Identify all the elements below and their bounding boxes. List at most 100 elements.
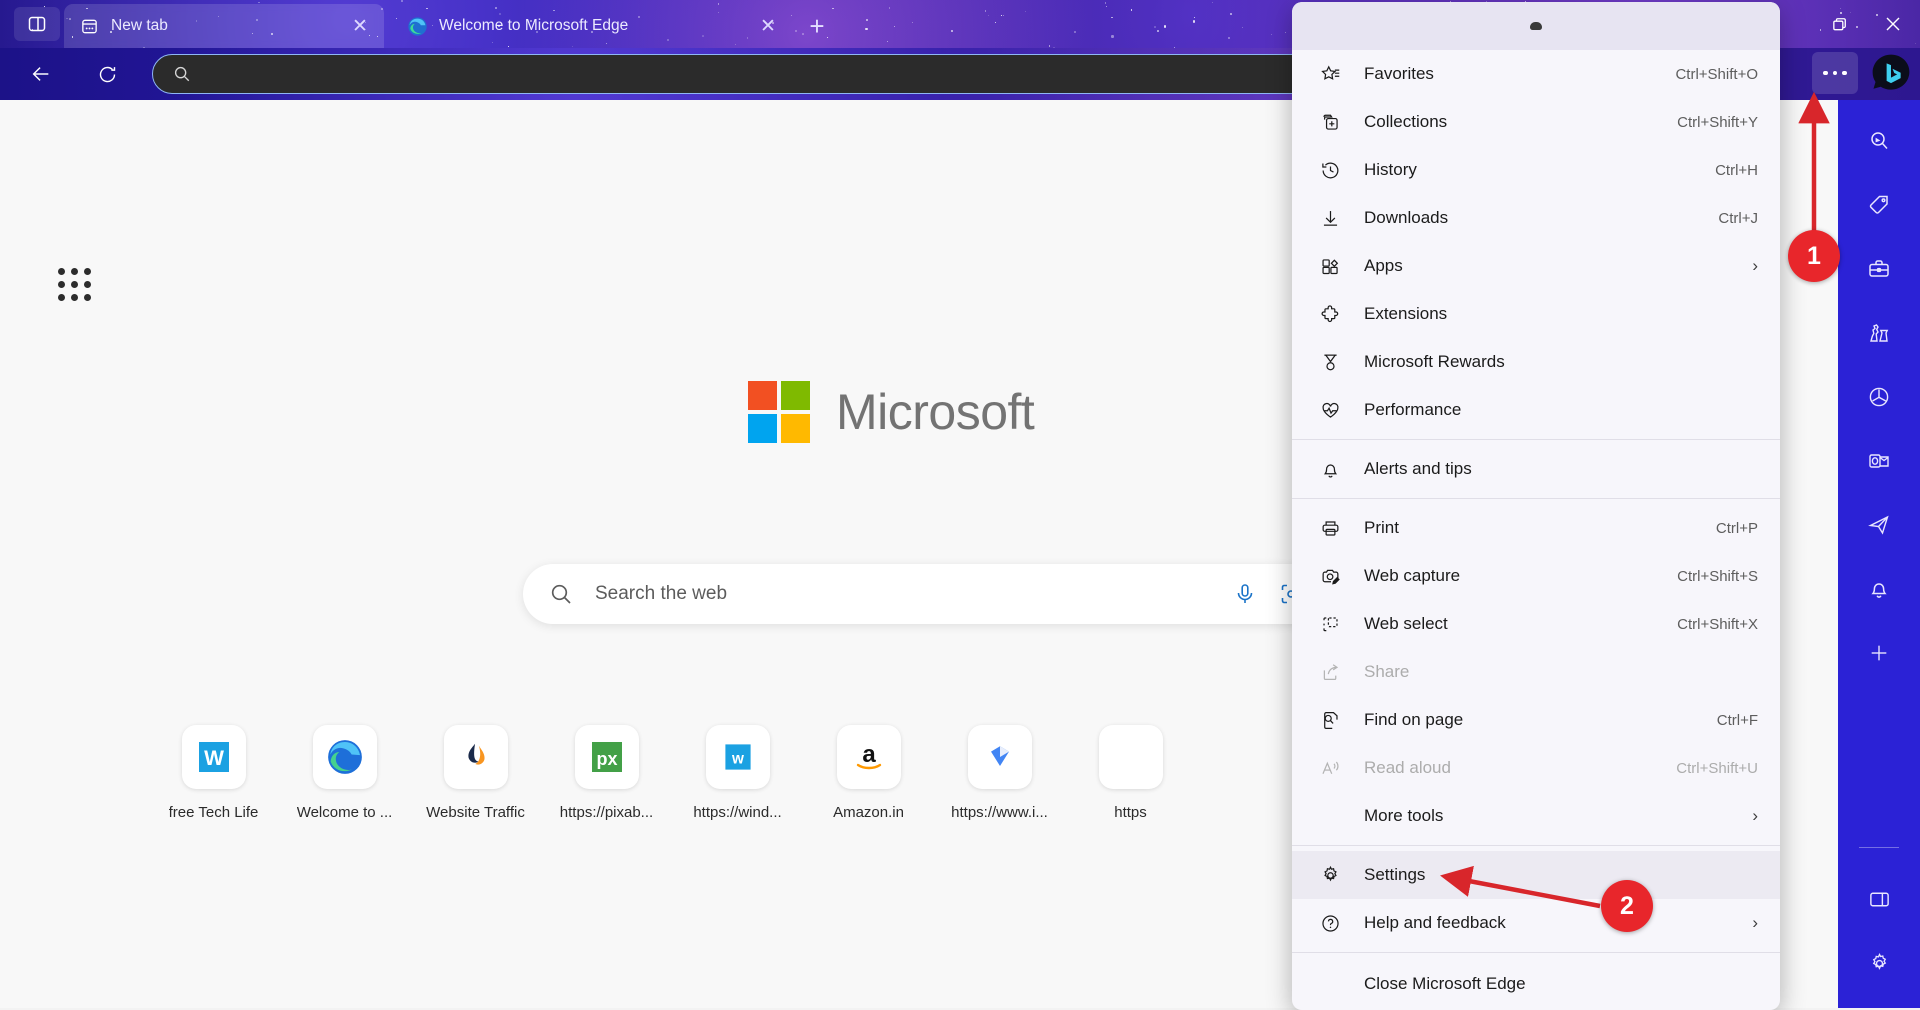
shortcut-label: Website Traffic <box>426 804 525 821</box>
menu-item-shortcut: Ctrl+Shift+S <box>1677 568 1758 585</box>
menu-item-apps[interactable]: Apps › <box>1292 242 1780 290</box>
extensions-puzzle-icon <box>1318 304 1342 325</box>
menu-item-history[interactable]: History Ctrl+H <box>1292 146 1780 194</box>
logo-square-yellow <box>781 414 810 443</box>
shortcut-tile[interactable]: w https://wind... <box>672 725 803 821</box>
new-tab-button[interactable]: + <box>800 10 834 42</box>
microsoft-logo-squares <box>748 381 810 443</box>
menu-item-help-and-feedback[interactable]: Help and feedback › <box>1292 899 1780 947</box>
sidebar-item-split-screen[interactable] <box>1856 876 1902 922</box>
amazon-icon: a <box>849 737 889 777</box>
share-icon <box>1318 662 1342 683</box>
read-aloud-icon <box>1318 758 1342 779</box>
shortcut-tile[interactable]: a Amazon.in <box>803 725 934 821</box>
search-input[interactable]: Search the web <box>523 564 1323 624</box>
tab-search-button[interactable] <box>14 7 60 41</box>
shortcut-tile[interactable]: https <box>1065 725 1196 821</box>
collections-icon <box>1318 112 1342 133</box>
diamond-icon <box>982 739 1018 775</box>
menu-separator <box>1292 845 1780 846</box>
rewards-medal-icon <box>1318 352 1342 373</box>
tab-search-icon <box>27 14 47 34</box>
sidebar-item-shopping[interactable] <box>1856 182 1902 228</box>
menu-item-performance[interactable]: Performance <box>1292 386 1780 434</box>
menu-separator <box>1292 952 1780 953</box>
settings-and-more-button[interactable] <box>1812 52 1858 94</box>
menu-item-shortcut: Ctrl+Shift+X <box>1677 616 1758 633</box>
microsoft-logo: Microsoft <box>748 381 1034 443</box>
sidebar-item-games[interactable] <box>1856 310 1902 356</box>
maximize-restore-button[interactable] <box>1812 0 1866 48</box>
menu-item-find-on-page[interactable]: Find on page Ctrl+F <box>1292 696 1780 744</box>
gear-icon <box>1318 865 1342 886</box>
bell-icon <box>1867 577 1891 601</box>
sidebar-item-customize-add[interactable] <box>1856 630 1902 676</box>
menu-item-label: Share <box>1364 662 1758 682</box>
menu-item-label: Extensions <box>1364 304 1758 324</box>
shortcut-label: https://www.i... <box>951 804 1048 821</box>
sidebar-item-settings[interactable] <box>1856 940 1902 986</box>
menu-item-more-tools[interactable]: More tools › <box>1292 792 1780 840</box>
menu-item-print[interactable]: Print Ctrl+P <box>1292 504 1780 552</box>
shortcut-tile[interactable]: px https://pixab... <box>541 725 672 821</box>
menu-item-label: Apps <box>1364 256 1742 276</box>
shortcut-label: https://pixab... <box>560 804 653 821</box>
menu-item-share[interactable]: Share <box>1292 648 1780 696</box>
tab-welcome-to-microsoft-edge[interactable]: Welcome to Microsoft Edge ✕ <box>392 4 792 48</box>
history-clock-icon <box>1318 160 1342 181</box>
tab-close-button[interactable]: ✕ <box>346 12 374 40</box>
menu-item-read-aloud[interactable]: Read aloud Ctrl+Shift+U <box>1292 744 1780 792</box>
close-window-button[interactable] <box>1866 0 1920 48</box>
split-pane-icon <box>1868 888 1891 911</box>
menu-item-web-select[interactable]: Web select Ctrl+Shift+X <box>1292 600 1780 648</box>
menu-item-collections[interactable]: Collections Ctrl+Shift+Y <box>1292 98 1780 146</box>
tab-close-button[interactable]: ✕ <box>754 12 782 40</box>
menu-item-settings[interactable]: Settings <box>1292 851 1780 899</box>
sidebar-item-outlook[interactable] <box>1856 438 1902 484</box>
menu-separator <box>1292 439 1780 440</box>
menu-item-label: Help and feedback <box>1364 913 1742 933</box>
sidebar-item-office[interactable] <box>1856 374 1902 420</box>
shopping-tag-icon <box>1867 193 1891 217</box>
sidebar-item-notifications[interactable] <box>1856 566 1902 612</box>
sidebar-item-tools[interactable] <box>1856 246 1902 292</box>
back-button[interactable] <box>24 57 58 91</box>
app-grid-icon[interactable] <box>58 268 98 308</box>
shortcut-tile[interactable]: https://www.i... <box>934 725 1065 821</box>
copilot-bing-button[interactable] <box>1868 50 1914 96</box>
settings-and-more-icon <box>1823 71 1828 76</box>
refresh-button[interactable] <box>90 57 124 91</box>
performance-pulse-icon <box>1318 400 1342 421</box>
menu-item-alerts-and-tips[interactable]: Alerts and tips <box>1292 445 1780 493</box>
shortcut-tile[interactable]: Welcome to ... <box>279 725 410 821</box>
sidebar-divider <box>1859 847 1899 848</box>
logo-square-blue <box>748 414 777 443</box>
window-controls <box>1772 0 1920 48</box>
shortcut-label: https <box>1114 804 1147 821</box>
menu-item-microsoft-rewards[interactable]: Microsoft Rewards <box>1292 338 1780 386</box>
menu-separator <box>1292 498 1780 499</box>
menu-item-downloads[interactable]: Downloads Ctrl+J <box>1292 194 1780 242</box>
edge-sidebar <box>1838 100 1920 1008</box>
shortcut-label: https://wind... <box>693 804 781 821</box>
menu-item-web-capture[interactable]: Web capture Ctrl+Shift+S <box>1292 552 1780 600</box>
shortcut-tile[interactable]: W free Tech Life <box>148 725 279 821</box>
menu-item-shortcut: Ctrl+P <box>1716 520 1758 537</box>
menu-item-label: Web capture <box>1364 566 1677 586</box>
svg-text:w: w <box>731 750 744 767</box>
menu-drag-handle[interactable] <box>1292 2 1780 50</box>
menu-item-close-microsoft-edge[interactable]: Close Microsoft Edge <box>1292 958 1780 1010</box>
tab-new-tab[interactable]: New tab ✕ <box>64 4 384 48</box>
tools-briefcase-icon <box>1867 257 1891 281</box>
menu-item-label: Downloads <box>1364 208 1718 228</box>
bell-icon <box>1318 459 1342 480</box>
shortcut-tile[interactable]: Website Traffic <box>410 725 541 821</box>
w-blue-icon: W <box>194 737 234 777</box>
menu-item-favorites[interactable]: Favorites Ctrl+Shift+O <box>1292 50 1780 98</box>
plus-icon <box>1868 642 1890 664</box>
sidebar-item-drop[interactable] <box>1856 502 1902 548</box>
office-icon <box>1867 385 1891 409</box>
sidebar-item-discover[interactable] <box>1856 118 1902 164</box>
microphone-icon[interactable] <box>1233 582 1257 606</box>
menu-item-extensions[interactable]: Extensions <box>1292 290 1780 338</box>
